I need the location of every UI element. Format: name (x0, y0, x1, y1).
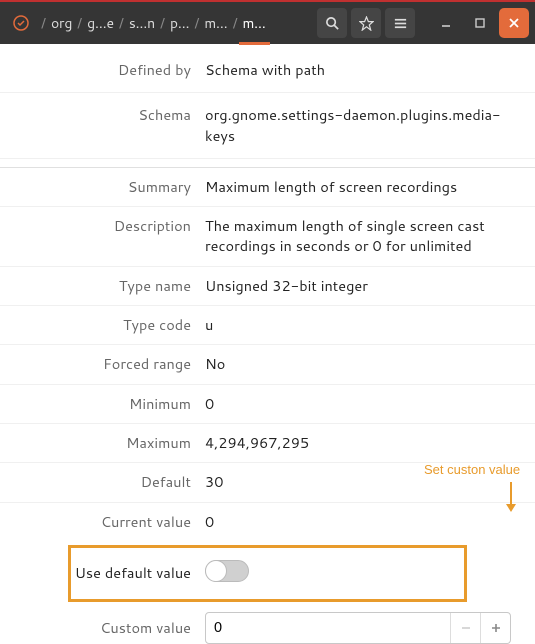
label-maximum: Maximum (0, 433, 205, 453)
row-minimum: Minimum 0 (0, 385, 535, 424)
row-type-name: Type name Unsigned 32-bit integer (0, 267, 535, 306)
dconf-app-icon[interactable] (6, 8, 36, 38)
annotation-set-custom: Set custon value (424, 462, 520, 477)
breadcrumb-item-active[interactable]: m… (239, 13, 270, 45)
label-schema: Schema (0, 105, 205, 146)
label-default: Default (0, 472, 205, 492)
row-schema: Schema org.gnome.settings-daemon.plugins… (0, 93, 535, 159)
breadcrumb: / org / g…e / s…n / p… / m… / m… (40, 1, 270, 45)
row-description: Description The maximum length of single… (0, 207, 535, 267)
increment-button[interactable] (480, 613, 510, 643)
headerbar: / org / g…e / s…n / p… / m… / m… (0, 0, 535, 44)
hamburger-icon (393, 16, 408, 31)
label-current-value: Current value (0, 512, 205, 532)
minus-icon (460, 622, 472, 634)
label-type-name: Type name (0, 276, 205, 296)
breadcrumb-item[interactable]: org (47, 13, 76, 33)
row-custom-value: Custom value (0, 606, 535, 644)
custom-value-spinner (205, 612, 511, 644)
annotation-arrow-icon (504, 480, 518, 516)
star-icon (359, 16, 374, 31)
breadcrumb-item[interactable]: m… (200, 13, 231, 33)
toggle-thumb (205, 560, 227, 582)
breadcrumb-item[interactable]: s…n (125, 13, 159, 33)
label-custom-value: Custom value (0, 618, 205, 638)
value-schema: org.gnome.settings-daemon.plugins.media-… (205, 105, 535, 146)
row-summary: Summary Maximum length of screen recordi… (0, 167, 535, 207)
label-minimum: Minimum (0, 394, 205, 414)
label-use-default: Use default value (71, 563, 205, 583)
value-type-code: u (205, 315, 535, 335)
search-button[interactable] (317, 8, 347, 38)
row-forced-range: Forced range No (0, 345, 535, 384)
row-type-code: Type code u (0, 306, 535, 345)
row-current-value: Current value 0 (0, 503, 535, 541)
maximize-icon (474, 17, 486, 29)
decrement-button[interactable] (450, 613, 480, 643)
row-maximum: Maximum 4,294,967,295 (0, 424, 535, 463)
value-forced-range: No (205, 354, 535, 374)
row-defined-by: Defined by Schema with path (0, 48, 535, 93)
value-description: The maximum length of single screen cast… (205, 216, 535, 257)
label-description: Description (0, 216, 205, 257)
plus-icon (490, 622, 502, 634)
custom-value-input[interactable] (206, 613, 450, 643)
value-defined-by: Schema with path (205, 60, 535, 80)
maximize-button[interactable] (465, 8, 495, 38)
row-use-default-highlighted: Use default value (68, 545, 467, 602)
label-forced-range: Forced range (0, 354, 205, 374)
value-maximum: 4,294,967,295 (205, 433, 535, 453)
menu-button[interactable] (385, 8, 415, 38)
breadcrumb-sep: / (40, 13, 47, 33)
minimize-icon (440, 17, 452, 29)
search-icon (325, 16, 340, 31)
label-defined-by: Defined by (0, 60, 205, 80)
key-details: Defined by Schema with path Schema org.g… (0, 44, 535, 644)
value-type-name: Unsigned 32-bit integer (205, 276, 535, 296)
value-summary: Maximum length of screen recordings (205, 177, 535, 197)
label-summary: Summary (0, 177, 205, 197)
breadcrumb-item[interactable]: g…e (83, 13, 118, 33)
close-icon (508, 17, 520, 29)
close-button[interactable] (499, 8, 529, 38)
label-type-code: Type code (0, 315, 205, 335)
breadcrumb-item[interactable]: p… (166, 13, 193, 33)
bookmark-button[interactable] (351, 8, 381, 38)
minimize-button[interactable] (431, 8, 461, 38)
value-minimum: 0 (205, 394, 535, 414)
value-current-value: 0 (205, 512, 535, 532)
use-default-toggle[interactable] (205, 560, 249, 582)
